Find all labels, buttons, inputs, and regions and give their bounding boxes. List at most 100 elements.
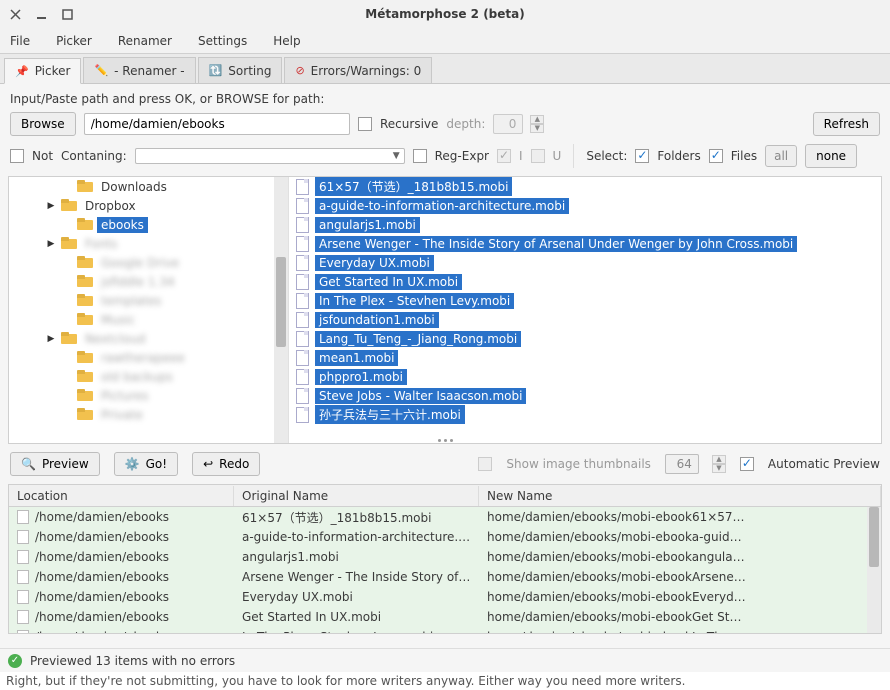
file-name: a-guide-to-information-architecture.mobi bbox=[315, 198, 569, 214]
file-name: Lang_Tu_Teng_-_Jiang_Rong.mobi bbox=[315, 331, 521, 347]
minimize-icon[interactable] bbox=[34, 7, 48, 21]
tab-errors[interactable]: ⊘ Errors/Warnings: 0 bbox=[284, 57, 432, 83]
file-icon bbox=[295, 198, 309, 214]
tree-item[interactable]: jsfiddle 1.34 bbox=[9, 272, 288, 291]
cell-newname: home/damien/ebooks/mobi-ebooka-guid… bbox=[479, 528, 881, 546]
tree-scrollbar[interactable] bbox=[274, 177, 288, 443]
col-newname[interactable]: New Name bbox=[479, 486, 881, 506]
recursive-checkbox[interactable] bbox=[358, 117, 372, 131]
regexpr-checkbox[interactable] bbox=[413, 149, 427, 163]
auto-preview-label: Automatic Preview bbox=[768, 457, 880, 471]
table-row[interactable]: /home/damien/ebooksArsene Wenger - The I… bbox=[9, 567, 881, 587]
file-row[interactable]: Everyday UX.mobi bbox=[289, 253, 881, 272]
cell-original: a-guide-to-information-architecture.… bbox=[234, 528, 479, 546]
table-row[interactable]: /home/damien/ebooksa-guide-to-informatio… bbox=[9, 527, 881, 547]
filter-section: Not Contaning: ▼ Reg-Expr I U Select: Fo… bbox=[0, 144, 890, 176]
expander-icon[interactable]: ▶ bbox=[45, 239, 57, 249]
cell-newname: home/damien/ebooks/mobi-ebookArsene… bbox=[479, 568, 881, 586]
file-row[interactable]: 61×57（节选）_181b8b15.mobi bbox=[289, 177, 881, 196]
file-row[interactable]: phppro1.mobi bbox=[289, 367, 881, 386]
table-row[interactable]: /home/damien/ebooks61×57（节选）_181b8b15.mo… bbox=[9, 507, 881, 527]
tree-item[interactable]: Private bbox=[9, 405, 288, 424]
menu-picker[interactable]: Picker bbox=[52, 32, 96, 50]
file-name: phppro1.mobi bbox=[315, 369, 407, 385]
tree-item[interactable]: rawtherapeee bbox=[9, 348, 288, 367]
refresh-button[interactable]: Refresh bbox=[813, 112, 880, 136]
file-row[interactable]: Arsene Wenger - The Inside Story of Arse… bbox=[289, 234, 881, 253]
browse-button[interactable]: Browse bbox=[10, 112, 76, 136]
file-row[interactable]: 孙子兵法与三十六计.mobi bbox=[289, 405, 881, 424]
tab-picker[interactable]: 📌 Picker bbox=[4, 58, 81, 84]
select-label: Select: bbox=[586, 149, 627, 163]
tree-item[interactable]: Music bbox=[9, 310, 288, 329]
file-name: mean1.mobi bbox=[315, 350, 398, 366]
redo-button[interactable]: ↩ Redo bbox=[192, 452, 260, 476]
renamer-icon: ✏️ bbox=[94, 64, 108, 77]
tab-renamer[interactable]: ✏️ - Renamer - bbox=[83, 57, 195, 83]
file-row[interactable]: a-guide-to-information-architecture.mobi bbox=[289, 196, 881, 215]
split-handle-icon[interactable] bbox=[425, 439, 465, 445]
col-original[interactable]: Original Name bbox=[234, 486, 479, 506]
table-row[interactable]: /home/damien/ebooksEveryday UX.mobihome/… bbox=[9, 587, 881, 607]
path-input[interactable] bbox=[84, 113, 350, 135]
cell-original: 61×57（节选）_181b8b15.mobi bbox=[234, 507, 479, 528]
file-icon bbox=[295, 331, 309, 347]
file-icon bbox=[295, 350, 309, 366]
tree-item-label: rawtherapeee bbox=[97, 350, 189, 366]
not-checkbox[interactable] bbox=[10, 149, 24, 163]
tree-item[interactable]: Pictures bbox=[9, 386, 288, 405]
folders-checkbox[interactable] bbox=[635, 149, 649, 163]
preview-button[interactable]: 🔍 Preview bbox=[10, 452, 100, 476]
col-location[interactable]: Location bbox=[9, 486, 234, 506]
table-row[interactable]: /home/damien/ebooksIn The Plex - Stevhen… bbox=[9, 627, 881, 634]
menu-help[interactable]: Help bbox=[269, 32, 304, 50]
tree-item[interactable]: Downloads bbox=[9, 177, 288, 196]
cell-newname: home/damien/ebooks/mobi-ebookIn The … bbox=[479, 628, 881, 634]
tree-item-label: Dropbox bbox=[81, 198, 140, 214]
table-row[interactable]: /home/damien/ebooksangularjs1.mobihome/d… bbox=[9, 547, 881, 567]
tree-item[interactable]: ▶ Dropbox bbox=[9, 196, 288, 215]
maximize-icon[interactable] bbox=[60, 7, 74, 21]
preview-icon: 🔍 bbox=[21, 457, 36, 471]
i-checkbox bbox=[497, 149, 511, 163]
file-list[interactable]: 61×57（节选）_181b8b15.mobi a-guide-to-inform… bbox=[289, 177, 881, 443]
file-row[interactable]: mean1.mobi bbox=[289, 348, 881, 367]
tree-item[interactable]: Google Drive bbox=[9, 253, 288, 272]
select-all-button[interactable]: all bbox=[765, 145, 797, 167]
tree-item[interactable]: old backups bbox=[9, 367, 288, 386]
menu-file[interactable]: File bbox=[6, 32, 34, 50]
tree-item-label: Private bbox=[97, 407, 147, 423]
select-none-button[interactable]: none bbox=[805, 144, 857, 168]
errors-icon: ⊘ bbox=[295, 64, 304, 77]
go-button[interactable]: ⚙️ Go! bbox=[114, 452, 178, 476]
tree-item[interactable]: templates bbox=[9, 291, 288, 310]
file-row[interactable]: jsfoundation1.mobi bbox=[289, 310, 881, 329]
close-icon[interactable] bbox=[8, 7, 22, 21]
tree-item[interactable]: ebooks bbox=[9, 215, 288, 234]
file-row[interactable]: angularjs1.mobi bbox=[289, 215, 881, 234]
files-checkbox[interactable] bbox=[709, 149, 723, 163]
tree-item[interactable]: ▶Fonts bbox=[9, 234, 288, 253]
file-row[interactable]: Get Started In UX.mobi bbox=[289, 272, 881, 291]
menu-renamer[interactable]: Renamer bbox=[114, 32, 176, 50]
expander-icon[interactable]: ▶ bbox=[45, 334, 57, 344]
folder-icon bbox=[77, 180, 93, 194]
folder-icon bbox=[77, 370, 93, 384]
table-header: Location Original Name New Name bbox=[9, 485, 881, 507]
table-scrollbar[interactable] bbox=[867, 507, 881, 633]
expander-icon[interactable]: ▶ bbox=[45, 201, 57, 211]
thumbnails-spinner: ▲▼ bbox=[712, 455, 726, 473]
file-row[interactable]: Steve Jobs - Walter Isaacson.mobi bbox=[289, 386, 881, 405]
cell-location: /home/damien/ebooks bbox=[35, 550, 169, 564]
file-row[interactable]: In The Plex - Stevhen Levy.mobi bbox=[289, 291, 881, 310]
folder-tree[interactable]: Downloads ▶ Dropboxebooks▶FontsGoogle Driv… bbox=[9, 177, 289, 443]
auto-preview-checkbox[interactable] bbox=[740, 457, 754, 471]
tab-sorting[interactable]: 🔃 Sorting bbox=[198, 57, 283, 83]
file-row[interactable]: Lang_Tu_Teng_-_Jiang_Rong.mobi bbox=[289, 329, 881, 348]
file-icon bbox=[295, 312, 309, 328]
menu-settings[interactable]: Settings bbox=[194, 32, 251, 50]
containing-combo[interactable]: ▼ bbox=[135, 148, 405, 164]
files-label: Files bbox=[731, 149, 757, 163]
tree-item[interactable]: ▶Nextcloud bbox=[9, 329, 288, 348]
table-row[interactable]: /home/damien/ebooksGet Started In UX.mob… bbox=[9, 607, 881, 627]
